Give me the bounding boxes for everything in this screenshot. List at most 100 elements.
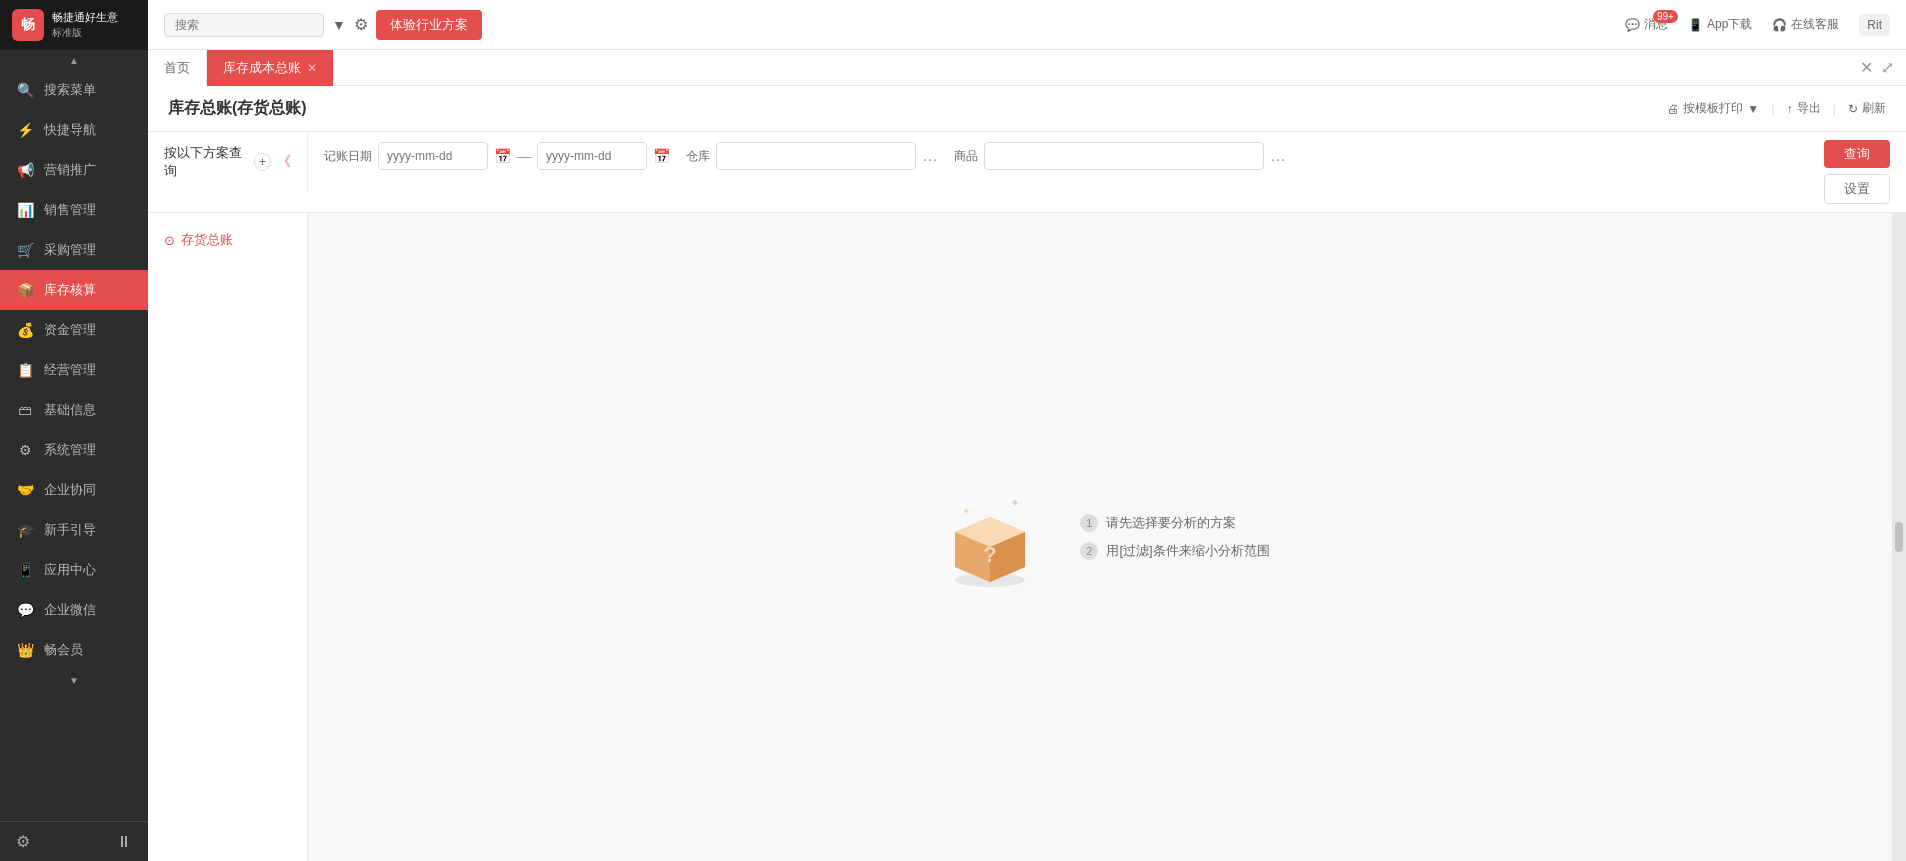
vip-icon: 👑 [16,641,34,659]
collapse-sidebar-icon[interactable]: ⏸ [116,833,132,851]
tab-inventory-ledger[interactable]: 库存成本总账 ✕ [207,50,334,86]
industry-btn[interactable]: 体验行业方案 [376,10,482,40]
sidebar-item-sales[interactable]: 📊 销售管理 [0,190,148,230]
sidebar-scroll-up[interactable]: ▲ [67,53,81,68]
sidebar-item-search[interactable]: 🔍 搜索菜单 [0,70,148,110]
filter-field-warehouse: 仓库 … [686,142,938,170]
export-icon: ↑ [1787,102,1793,116]
cooperation-icon: 🤝 [16,481,34,499]
filter-field-date: 记账日期 📅 — 📅 [324,142,670,170]
panel-close-btn[interactable]: ✕ [1860,58,1873,77]
scheme-icon: ⊙ [164,233,175,248]
sidebar-item-system[interactable]: ⚙ 系统管理 [0,430,148,470]
empty-tip-1: 1 请先选择要分析的方案 [1080,514,1269,532]
purchase-icon: 🛒 [16,241,34,259]
scheme-item-inventory[interactable]: ⊙ 存货总账 [148,223,307,257]
content-area: 库存总账(存货总账) 🖨 按模板打印 ▼ | ↑ 导出 | ↻ [148,86,1906,861]
sales-icon: 📊 [16,201,34,219]
filter-fields: 记账日期 📅 — 📅 仓库 … 商品 … [308,132,1808,180]
newguide-icon: 🎓 [16,521,34,539]
online-service-btn[interactable]: 🎧 在线客服 [1772,16,1839,33]
print-dropdown-icon: ▼ [1747,102,1759,116]
filter-label: 按以下方案查询 [164,144,248,180]
filter-label-col: 按以下方案查询 + 《 [148,132,308,192]
sidebar-item-newguide[interactable]: 🎓 新手引导 [0,510,148,550]
app-logo: 畅 畅捷通好生意 标准版 [0,0,148,50]
sidebar-item-quicknav[interactable]: ⚡ 快捷导航 [0,110,148,150]
user-avatar[interactable]: Rit [1859,14,1890,36]
sidebar-item-operations[interactable]: 📋 经营管理 [0,350,148,390]
topbar: ▼ ⚙ 体验行业方案 💬 消息 99+ 📱 App下载 🎧 在线客服 Rit [148,0,1906,50]
refresh-icon: ↻ [1848,102,1858,116]
filter-actions: 查询 设置 [1808,132,1906,212]
headset-icon: 🎧 [1772,18,1787,32]
app-download-btn[interactable]: 📱 App下载 [1688,16,1752,33]
message-btn[interactable]: 💬 消息 99+ [1625,16,1668,33]
sidebar-item-finance[interactable]: 💰 资金管理 [0,310,148,350]
sidebar-item-inventory[interactable]: 📦 库存核算 [0,270,148,310]
tab-home[interactable]: 首页 [148,50,207,86]
search-dropdown-btn[interactable]: ▼ [332,17,346,33]
panel-expand-btn[interactable]: ⤢ [1881,58,1894,77]
product-input[interactable] [984,142,1264,170]
appstore-icon: 📱 [16,561,34,579]
quicknav-icon: ⚡ [16,121,34,139]
export-btn[interactable]: ↑ 导出 [1787,100,1821,117]
search-icon: 🔍 [16,81,34,99]
scheme-sidebar: ⊙ 存货总账 [148,213,308,861]
warehouse-input[interactable] [716,142,916,170]
topbar-gear-btn[interactable]: ⚙ [354,15,368,34]
date-start-input[interactable] [378,142,488,170]
sidebar-scroll-down[interactable]: ▼ [67,673,81,688]
sidebar-item-vip[interactable]: 👑 畅会员 [0,630,148,670]
basic-icon: 🗃 [16,401,34,419]
page-actions: 🖨 按模板打印 ▼ | ↑ 导出 | ↻ 刷新 [1667,100,1886,117]
empty-state: ? ✦ ✦ 1 请先选择要分析的方案 2 [308,213,1892,861]
logo-icon: 畅 [12,9,44,41]
system-icon: ⚙ [16,441,34,459]
date-end-input[interactable] [537,142,647,170]
sidebar-item-cooperation[interactable]: 🤝 企业协同 [0,470,148,510]
sidebar-item-marketing[interactable]: 📢 营销推广 [0,150,148,190]
warehouse-more-btn[interactable]: … [922,147,938,165]
query-btn[interactable]: 查询 [1824,140,1890,168]
empty-svg: ? ✦ ✦ [935,482,1045,592]
svg-text:?: ? [984,542,997,567]
print-icon: 🖨 [1667,102,1679,116]
empty-tips: 1 请先选择要分析的方案 2 用[过滤]条件来缩小分析范围 [1080,514,1269,560]
filter-collapse-btn[interactable]: 《 [277,153,291,171]
settings-icon[interactable]: ⚙ [16,832,30,851]
calendar-end-icon[interactable]: 📅 [653,148,670,164]
finance-icon: 💰 [16,321,34,339]
empty-tip-2: 2 用[过滤]条件来缩小分析范围 [1080,542,1269,560]
sidebar-item-basic[interactable]: 🗃 基础信息 [0,390,148,430]
sidebar-item-wecom[interactable]: 💬 企业微信 [0,590,148,630]
wecom-icon: 💬 [16,601,34,619]
tab-close-btn[interactable]: ✕ [307,61,317,75]
refresh-btn[interactable]: ↻ 刷新 [1848,100,1886,117]
sidebar-item-purchase[interactable]: 🛒 采购管理 [0,230,148,270]
sidebar-bottom: ⚙ ⏸ [0,821,148,861]
topbar-left: ▼ ⚙ 体验行业方案 [164,10,1625,40]
product-more-btn[interactable]: … [1270,147,1286,165]
page-title: 库存总账(存货总账) [168,98,307,119]
filter-settings-btn[interactable]: 设置 [1824,174,1890,204]
panel-controls: ✕ ⤢ [1860,58,1906,77]
empty-illustration: ? ✦ ✦ [930,477,1050,597]
marketing-icon: 📢 [16,161,34,179]
sidebar: 畅 畅捷通好生意 标准版 ▲ 🔍 搜索菜单 ⚡ 快捷导航 📢 营销推广 📊 销售… [0,0,148,861]
print-btn[interactable]: 🖨 按模板打印 ▼ [1667,100,1759,117]
sidebar-item-appstore[interactable]: 📱 应用中心 [0,550,148,590]
search-input[interactable] [164,13,324,37]
tab-bar: 首页 库存成本总账 ✕ ✕ ⤢ [148,50,1906,86]
operations-icon: 📋 [16,361,34,379]
calendar-start-icon[interactable]: 📅 [494,148,511,164]
inventory-icon: 📦 [16,281,34,299]
filter-add-btn[interactable]: + [254,153,271,171]
right-scroll-handle[interactable] [1892,213,1906,861]
page-title-row: 库存总账(存货总账) 🖨 按模板打印 ▼ | ↑ 导出 | ↻ [168,98,1886,131]
filter-section: 按以下方案查询 + 《 记账日期 📅 — 📅 仓库 … [148,132,1906,213]
filter-field-product: 商品 … [954,142,1286,170]
message-icon: 💬 [1625,18,1640,32]
svg-text:✦: ✦ [963,507,970,516]
